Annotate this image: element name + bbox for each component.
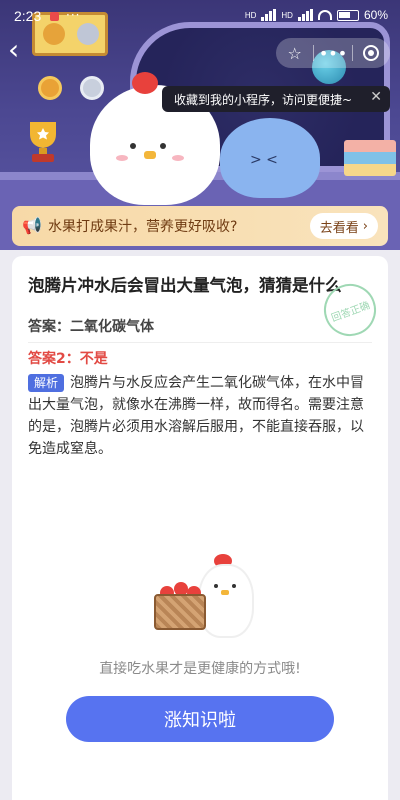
status-time: 2:23 xyxy=(14,8,42,24)
health-tip: 直接吃水果才是更健康的方式哦! xyxy=(99,661,301,677)
explanation-text: 泡腾片与水反应会产生二氧化碳气体，在水中冒出大量气泡，就像水在沸腾一样，故而得名… xyxy=(28,375,365,457)
trophy-icon xyxy=(22,120,64,164)
promo-banner[interactable]: 📢 水果打成果汁，营养更好吸收? 去看看 › xyxy=(12,206,388,246)
explanation-badge: 解析 xyxy=(28,374,65,392)
promo-go-button[interactable]: 去看看 › xyxy=(309,213,378,239)
chevron-right-icon: › xyxy=(362,218,368,234)
medal-icon xyxy=(80,76,104,100)
question-title: 泡腾片冲水后会冒出大量气泡，猜猜是什么 xyxy=(28,276,342,295)
chevron-left-icon: ‹ xyxy=(8,33,20,66)
blue-creature-illustration: > < xyxy=(220,118,320,198)
signal-icon xyxy=(261,9,277,21)
books-illustration xyxy=(344,140,396,176)
got-it-button[interactable]: 涨知识啦 xyxy=(66,696,334,742)
close-icon[interactable]: ✕ xyxy=(370,89,382,105)
got-it-label: 涨知识啦 xyxy=(164,710,236,731)
star-icon: ☆ xyxy=(287,43,302,63)
more-icon: ••• xyxy=(318,43,348,63)
miniprogram-capsule: ☆ ••• xyxy=(276,38,390,68)
target-icon xyxy=(363,45,380,61)
chicken-comb xyxy=(132,72,158,94)
answer-primary: 答案：二氧化碳气体 xyxy=(28,319,154,335)
medal-icon xyxy=(38,76,62,100)
megaphone-icon: 📢 xyxy=(22,216,42,235)
wifi-icon xyxy=(317,10,332,20)
battery-percent: 60% xyxy=(363,8,388,22)
close-miniprogram-button[interactable] xyxy=(353,38,390,68)
divider xyxy=(28,342,372,343)
promo-go-label: 去看看 xyxy=(319,220,359,236)
stamp-text: 回答正确 xyxy=(330,299,372,324)
favorite-button[interactable]: ☆ xyxy=(276,38,313,68)
basket-icon xyxy=(154,594,206,630)
back-button[interactable]: ‹ xyxy=(8,36,34,66)
status-bar: 2:23 ··· HD HD 60% xyxy=(0,0,400,34)
favorite-tooltip: 收藏到我的小程序，访问更便捷~ ✕ xyxy=(162,86,390,112)
signal-icon xyxy=(297,9,313,21)
answer-secondary: 答案2：不是 xyxy=(28,351,108,367)
network-label: HD xyxy=(281,10,293,20)
more-button[interactable]: ••• xyxy=(314,38,351,68)
notification-icon xyxy=(50,12,59,21)
status-right-group: HD HD 60% xyxy=(245,8,388,22)
explanation: 解析 泡腾片与水反应会产生二氧化碳气体，在水中冒出大量气泡，就像水在沸腾一样，故而… xyxy=(28,372,372,460)
tooltip-text: 收藏到我的小程序，访问更便捷~ xyxy=(174,92,353,107)
promo-text: 水果打成果汁，营养更好吸收? xyxy=(48,219,238,235)
battery-icon xyxy=(336,9,359,21)
chicken-body xyxy=(198,564,254,638)
network-label: HD xyxy=(244,10,257,20)
answer-card: 泡腾片冲水后会冒出大量气泡，猜猜是什么 回答正确 答案：二氧化碳气体 答案2：不… xyxy=(12,256,388,800)
status-more-indicator: ··· xyxy=(66,8,81,22)
chicken-basket-illustration xyxy=(154,550,264,646)
